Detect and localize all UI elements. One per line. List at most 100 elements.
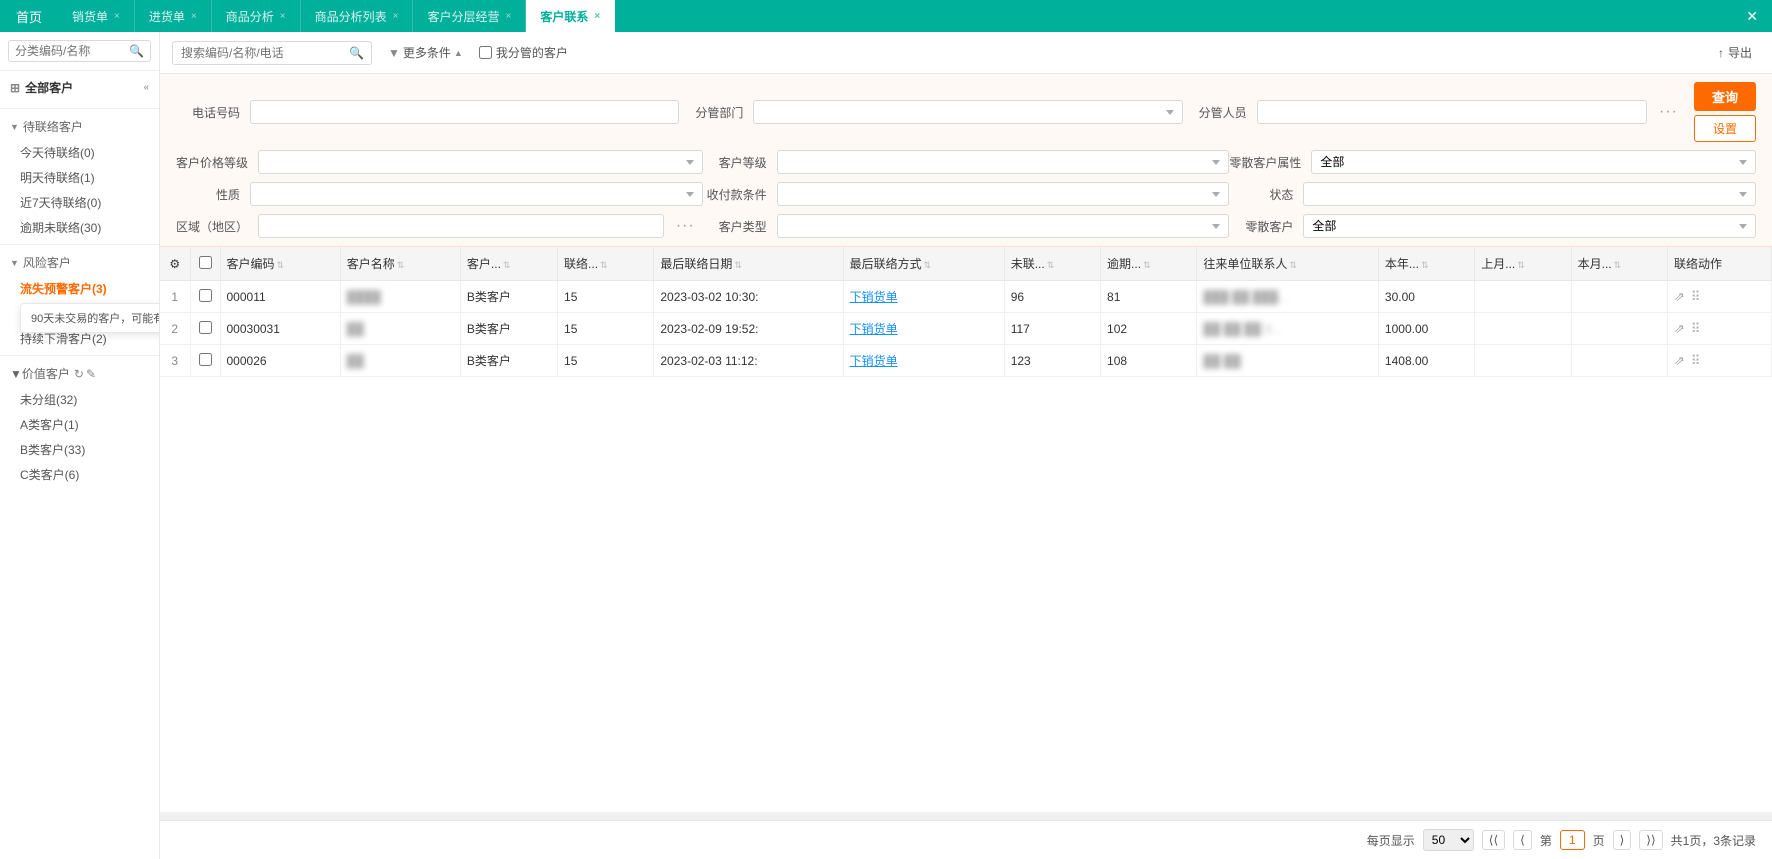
search-input[interactable] xyxy=(172,41,372,65)
row-checkbox-2[interactable] xyxy=(199,353,212,366)
th-checkbox[interactable] xyxy=(190,247,220,281)
filter-price-tier-select[interactable] xyxy=(258,150,703,174)
sort-icon-unit[interactable]: ⇅ xyxy=(1289,260,1297,270)
sidebar-group-pending[interactable]: ▼ 待联络客户 xyxy=(0,113,159,140)
close-tab-customer-contact[interactable]: × xyxy=(594,11,600,22)
refresh-icon[interactable]: ↻ xyxy=(74,367,84,381)
settings-button[interactable]: 设置 xyxy=(1694,115,1756,142)
sort-icon-contact[interactable]: ⇅ xyxy=(600,260,608,270)
sidebar-all-customers[interactable]: ⊞ 全部客户 « xyxy=(0,71,159,104)
sort-icon-type[interactable]: ⇅ xyxy=(503,260,511,270)
cell-method-2[interactable]: 下销货单 xyxy=(843,345,1004,377)
action-menu-icon-2[interactable]: ⠿ xyxy=(1691,353,1701,369)
my-customers-checkbox-label[interactable]: 我分管的客户 xyxy=(479,44,568,61)
cell-action-0[interactable]: ⇗ ⠿ xyxy=(1667,281,1771,313)
sort-icon-overdue[interactable]: ⇅ xyxy=(1143,260,1151,270)
filter-scatter-attr-select[interactable]: 全部 xyxy=(1311,150,1756,174)
edit-icon[interactable]: ✎ xyxy=(86,367,96,381)
query-button[interactable]: 查询 xyxy=(1694,82,1756,111)
filter-customer-tier-label: 客户等级 xyxy=(703,154,773,171)
prev-page-button[interactable]: ⟨ xyxy=(1513,830,1532,850)
close-tab-product-analysis-list[interactable]: × xyxy=(393,11,399,22)
sort-icon-code[interactable]: ⇅ xyxy=(277,260,285,270)
cell-method-0[interactable]: 下销货单 xyxy=(843,281,1004,313)
tab-customer-tier[interactable]: 客户分层经营 × xyxy=(413,0,526,32)
select-all-checkbox[interactable] xyxy=(199,256,212,269)
method-link-1[interactable]: 下销货单 xyxy=(850,322,898,336)
sidebar-item-overdue-pending[interactable]: 逾期未联络(30) xyxy=(0,215,159,240)
filter-scatter-customer-select[interactable]: 全部 xyxy=(1303,214,1756,238)
sidebar-item-a-class[interactable]: A类客户(1) xyxy=(0,412,159,437)
filter-payment-select[interactable] xyxy=(777,182,1230,206)
filter-customer-tier-select[interactable] xyxy=(777,150,1230,174)
tab-product-analysis-list[interactable]: 商品分析列表 × xyxy=(301,0,414,32)
sidebar-item-churn-warning[interactable]: 流失预警客户(3) xyxy=(0,276,159,301)
filter-nature-select[interactable] xyxy=(250,182,703,206)
cell-type-2: B类客户 xyxy=(460,345,557,377)
filter-region-dots[interactable]: ··· xyxy=(668,217,703,235)
sort-icon-uncontacted[interactable]: ⇅ xyxy=(1047,260,1055,270)
sort-icon-date[interactable]: ⇅ xyxy=(734,260,742,270)
sidebar-item-c-class[interactable]: C类客户(6) xyxy=(0,462,159,487)
sort-icon-year[interactable]: ⇅ xyxy=(1421,260,1429,270)
sidebar-item-ungrouped[interactable]: 未分组(32) xyxy=(0,387,159,412)
action-menu-icon-1[interactable]: ⠿ xyxy=(1691,321,1701,337)
filter-scatter-attr-label: 零散客户属性 xyxy=(1229,154,1307,171)
sidebar-item-today-pending[interactable]: 今天待联络(0) xyxy=(0,140,159,165)
sidebar-item-tomorrow-pending[interactable]: 明天待联络(1) xyxy=(0,165,159,190)
filter-price-tier-label: 客户价格等级 xyxy=(176,154,254,171)
tab-product-analysis[interactable]: 商品分析 × xyxy=(212,0,301,32)
tab-home[interactable]: 首页 xyxy=(0,7,58,26)
sidebar-group-value[interactable]: ▼ 价值客户 ↻ ✎ xyxy=(0,360,159,387)
close-tab-product-analysis[interactable]: × xyxy=(280,11,286,22)
cell-contact-1: 15 xyxy=(558,313,654,345)
close-tab-sales-order[interactable]: × xyxy=(114,11,120,22)
close-tab-customer-tier[interactable]: × xyxy=(505,11,511,22)
sidebar-item-7days-pending[interactable]: 近7天待联络(0) xyxy=(0,190,159,215)
filter-phone-input[interactable] xyxy=(250,100,679,124)
sidebar-item-b-class[interactable]: B类客户(33) xyxy=(0,437,159,462)
tab-customer-contact[interactable]: 客户联系 × xyxy=(526,0,615,32)
cell-checkbox-2[interactable] xyxy=(190,345,220,377)
cell-checkbox-0[interactable] xyxy=(190,281,220,313)
sort-icon-this-month[interactable]: ⇅ xyxy=(1614,260,1622,270)
more-filter-button[interactable]: ▼ 更多条件 ▲ xyxy=(380,40,471,65)
cell-action-2[interactable]: ⇗ ⠿ xyxy=(1667,345,1771,377)
filter-row-1: 电话号码 分管部门 分管人员 ··· 查询 设置 xyxy=(176,82,1756,142)
action-link-icon-2[interactable]: ⇗ xyxy=(1674,353,1685,369)
export-button[interactable]: ↑ 导出 xyxy=(1710,40,1760,65)
tab-purchase-order[interactable]: 进货单 × xyxy=(135,0,212,32)
sort-icon-method[interactable]: ⇅ xyxy=(924,260,932,270)
filter-person-input[interactable] xyxy=(1257,100,1647,124)
th-settings[interactable]: ⚙ xyxy=(160,247,190,281)
next-page-button[interactable]: ⟩ xyxy=(1613,830,1632,850)
sidebar-collapse-btn[interactable]: « xyxy=(143,82,149,93)
filter-region-input[interactable] xyxy=(258,214,664,238)
row-checkbox-0[interactable] xyxy=(199,289,212,302)
close-tab-purchase-order[interactable]: × xyxy=(191,11,197,22)
filter-status-select[interactable] xyxy=(1303,182,1756,206)
cell-checkbox-1[interactable] xyxy=(190,313,220,345)
filter-customer-type-select[interactable] xyxy=(777,214,1230,238)
filter-person-dots[interactable]: ··· xyxy=(1651,103,1686,121)
method-link-2[interactable]: 下销货单 xyxy=(850,354,898,368)
row-checkbox-1[interactable] xyxy=(199,321,212,334)
sort-icon-last-month[interactable]: ⇅ xyxy=(1517,260,1525,270)
sort-icon-name[interactable]: ⇅ xyxy=(397,260,405,270)
page-size-select[interactable]: 10 20 50 100 xyxy=(1423,829,1474,851)
my-customers-checkbox[interactable] xyxy=(479,46,492,59)
horizontal-scrollbar[interactable] xyxy=(160,812,1772,820)
cell-method-1[interactable]: 下销货单 xyxy=(843,313,1004,345)
filter-dept-select[interactable] xyxy=(753,100,1182,124)
last-page-button[interactable]: ⟩⟩ xyxy=(1639,830,1662,850)
th-unit-contact: 往来单位联系人⇅ xyxy=(1197,247,1379,281)
action-link-icon-0[interactable]: ⇗ xyxy=(1674,289,1685,305)
action-link-icon-1[interactable]: ⇗ xyxy=(1674,321,1685,337)
action-menu-icon-0[interactable]: ⠿ xyxy=(1691,289,1701,305)
first-page-button[interactable]: ⟨⟨ xyxy=(1482,830,1505,850)
window-close-button[interactable]: ✕ xyxy=(1732,8,1772,25)
sidebar-group-risk[interactable]: ▼ 风险客户 xyxy=(0,249,159,276)
tab-sales-order[interactable]: 销货单 × xyxy=(58,0,135,32)
method-link-0[interactable]: 下销货单 xyxy=(850,290,898,304)
cell-action-1[interactable]: ⇗ ⠿ xyxy=(1667,313,1771,345)
